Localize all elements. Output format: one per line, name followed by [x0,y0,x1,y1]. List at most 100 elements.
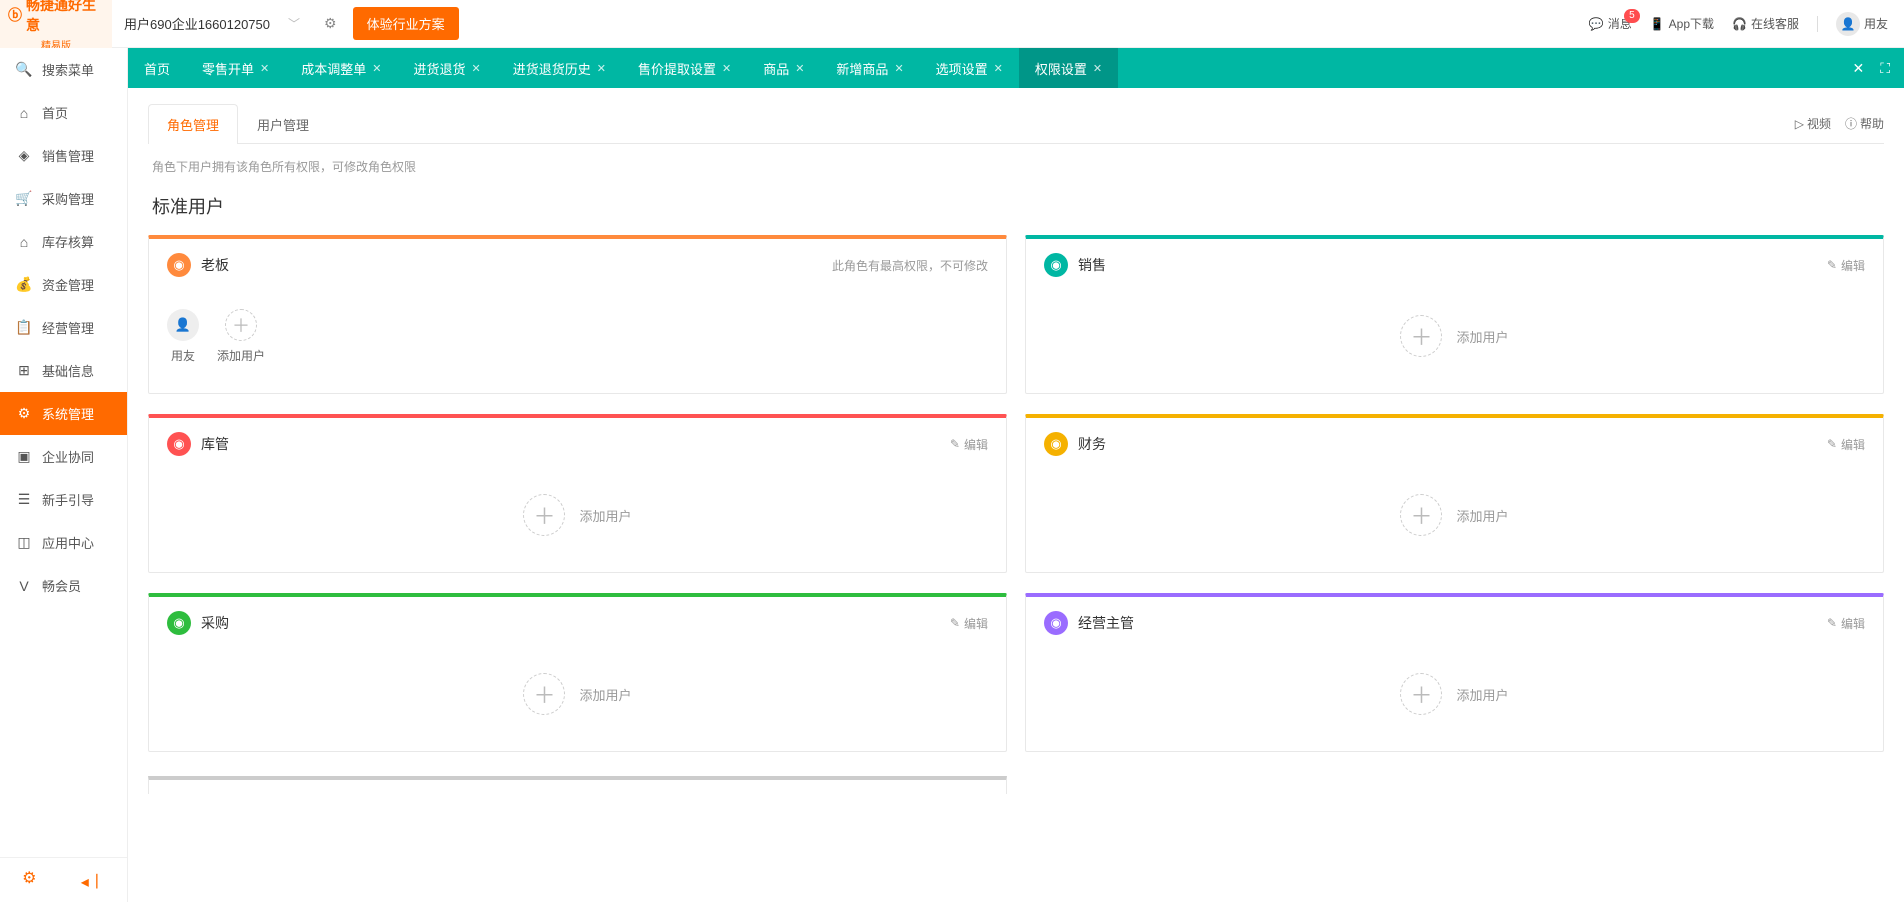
edit-label: 编辑 [1841,615,1865,632]
edit-icon: ✎ [1827,437,1837,451]
edit-button[interactable]: ✎ 编辑 [1827,257,1865,274]
expand-icon[interactable]: ⛶ [1876,56,1894,81]
add-user-label: 添加用户 [1456,506,1508,525]
sidebar-label: 基础信息 [42,361,94,380]
edit-label: 编辑 [1841,257,1865,274]
subtab-bar: 角色管理用户管理 ▷视频 ⓘ帮助 [148,104,1884,144]
close-icon[interactable]: ✕ [994,62,1003,75]
gear-icon[interactable]: ⚙ [318,15,343,32]
tab-3[interactable]: 进货退货 ✕ [397,48,496,88]
edit-button[interactable]: ✎编辑 [950,436,988,453]
sidebar-icon: 📋 [16,320,32,336]
video-link[interactable]: ▷视频 [1795,115,1831,132]
subtab-1[interactable]: 用户管理 [238,104,328,144]
close-icon[interactable]: ✕ [894,62,903,75]
tab-0[interactable]: 首页 [128,48,186,88]
logo[interactable]: ⓑ畅捷通好生意 精易版 [0,0,112,48]
edit-button[interactable]: ✎编辑 [1827,615,1865,632]
role-name: 销售 [1078,255,1106,275]
user-item[interactable]: 👤用友 [167,309,199,364]
sidebar-item-0[interactable]: 🔍搜索菜单 [0,48,127,91]
close-icon[interactable]: ✕ [472,62,481,75]
tab-label: 选项设置 [936,59,988,78]
sidebar-icon: ▣ [16,449,32,465]
industry-plan-button[interactable]: 体验行业方案 [353,7,459,40]
sidebar-item-7[interactable]: ⊞ 基础信息 [0,349,127,392]
sidebar-label: 经营管理 [42,318,94,337]
sidebar-label: 销售管理 [42,146,94,165]
add-user-button[interactable]: ＋添加用户 [1400,315,1508,357]
edit-button[interactable]: ✎编辑 [1827,436,1865,453]
role-card-5: ◉经营主管✎编辑＋添加用户 [1025,593,1884,752]
sidebar-item-11[interactable]: ◫应用中心 [0,521,127,564]
tab-5[interactable]: 售价提取设置 ✕ [622,48,747,88]
chevron-down-icon[interactable]: ﹀ [280,15,308,32]
sidebar-icon: ⌂ [16,105,32,121]
sidebar-item-2[interactable]: ◈销售管理 [0,134,127,177]
sidebar-icon: ◫ [16,535,32,551]
close-icon[interactable]: ✕ [372,62,381,75]
headset-icon: 🎧 [1732,17,1747,31]
role-name: 财务 [1078,434,1106,454]
messages-badge: 5 [1624,9,1640,23]
tab-8[interactable]: 选项设置 ✕ [920,48,1019,88]
plus-icon: ＋ [225,309,257,341]
app-download-button[interactable]: 📱 App下载 [1650,15,1714,32]
sidebar-item-4[interactable]: ⌂库存核算 [0,220,127,263]
tab-4[interactable]: 进货退货历史✕ [497,48,622,88]
role-icon: ◉ [167,253,191,277]
sidebar-label: 资金管理 [42,275,94,294]
user-menu[interactable]: 👤 用友 [1836,12,1888,36]
sidebar-item-8[interactable]: ⚙系统管理 [0,392,127,435]
close-icon[interactable]: ✕ [722,62,731,75]
customer-service-button[interactable]: 🎧 在线客服 [1732,15,1799,32]
plus-icon: ＋ [523,494,565,536]
tab-7[interactable]: 新增商品✕ [820,48,919,88]
sidebar-item-3[interactable]: 🛒采购管理 [0,177,127,220]
close-icon[interactable]: ✕ [260,62,269,75]
add-user-button[interactable]: ＋添加用户 [523,673,631,715]
edit-icon: ✎ [950,437,960,451]
tab-2[interactable]: 成本调整单✕ [285,48,397,88]
settings-icon[interactable]: ⚙ [22,868,36,892]
edit-button[interactable]: ✎编辑 [950,615,988,632]
description-text: 角色下用户拥有该角色所有权限，可修改角色权限 [148,158,1884,175]
play-icon: ▷ [1795,117,1804,131]
add-user-button[interactable]: ＋添加用户 [1400,673,1508,715]
add-user-button[interactable]: ＋添加用户 [523,494,631,536]
account-selector: 用户690企业1660120750 ﹀ ⚙ [124,14,343,33]
sidebar-item-10[interactable]: ☰新手引导 [0,478,127,521]
role-name: 采购 [201,613,229,633]
add-user-button[interactable]: ＋添加用户 [217,309,265,364]
tab-6[interactable]: 商品 ✕ [747,48,820,88]
sidebar-item-5[interactable]: 💰资金管理 [0,263,127,306]
sidebar-item-6[interactable]: 📋 经营管理 [0,306,127,349]
sidebar: 🔍搜索菜单⌂首页◈销售管理🛒采购管理⌂库存核算💰资金管理 📋 经营管理 ⊞ 基础信息 ⚙系… [0,48,128,902]
collapse-icon[interactable]: ◂丨 [81,868,105,892]
tab-9[interactable]: 权限设置✕ [1019,48,1118,88]
sidebar-icon: ⊞ [16,363,32,379]
help-link[interactable]: ⓘ帮助 [1845,115,1884,132]
avatar-icon: 👤 [1836,12,1860,36]
plus-icon: ＋ [1400,673,1442,715]
close-all-tabs-icon[interactable]: ✕ [1848,56,1868,81]
add-user-button[interactable]: ＋添加用户 [1400,494,1508,536]
customer-service-label: 在线客服 [1751,15,1799,32]
edit-icon: ✎ [1827,258,1837,272]
role-icon: ◉ [167,611,191,635]
role-card-1: ◉销售✎编辑＋添加用户 [1025,235,1884,394]
tab-label: 进货退货 [413,59,465,78]
sidebar-item-9[interactable]: ▣企业协同 [0,435,127,478]
tab-label: 售价提取设置 [638,59,716,78]
tab-1[interactable]: 零售开单✕ [186,48,285,88]
sidebar-item-12[interactable]: V畅会员 [0,564,127,607]
messages-button[interactable]: 💬 消息 5 [1589,15,1632,32]
role-name: 库管 [201,434,229,454]
close-icon[interactable]: ✕ [1093,62,1102,75]
sidebar-icon: 🛒 [16,191,32,207]
sidebar-item-1[interactable]: ⌂首页 [0,91,127,134]
tab-label: 商品 [763,59,789,78]
close-icon[interactable]: ✕ [597,62,606,75]
subtab-0[interactable]: 角色管理 [148,104,238,144]
close-icon[interactable]: ✕ [795,62,804,75]
